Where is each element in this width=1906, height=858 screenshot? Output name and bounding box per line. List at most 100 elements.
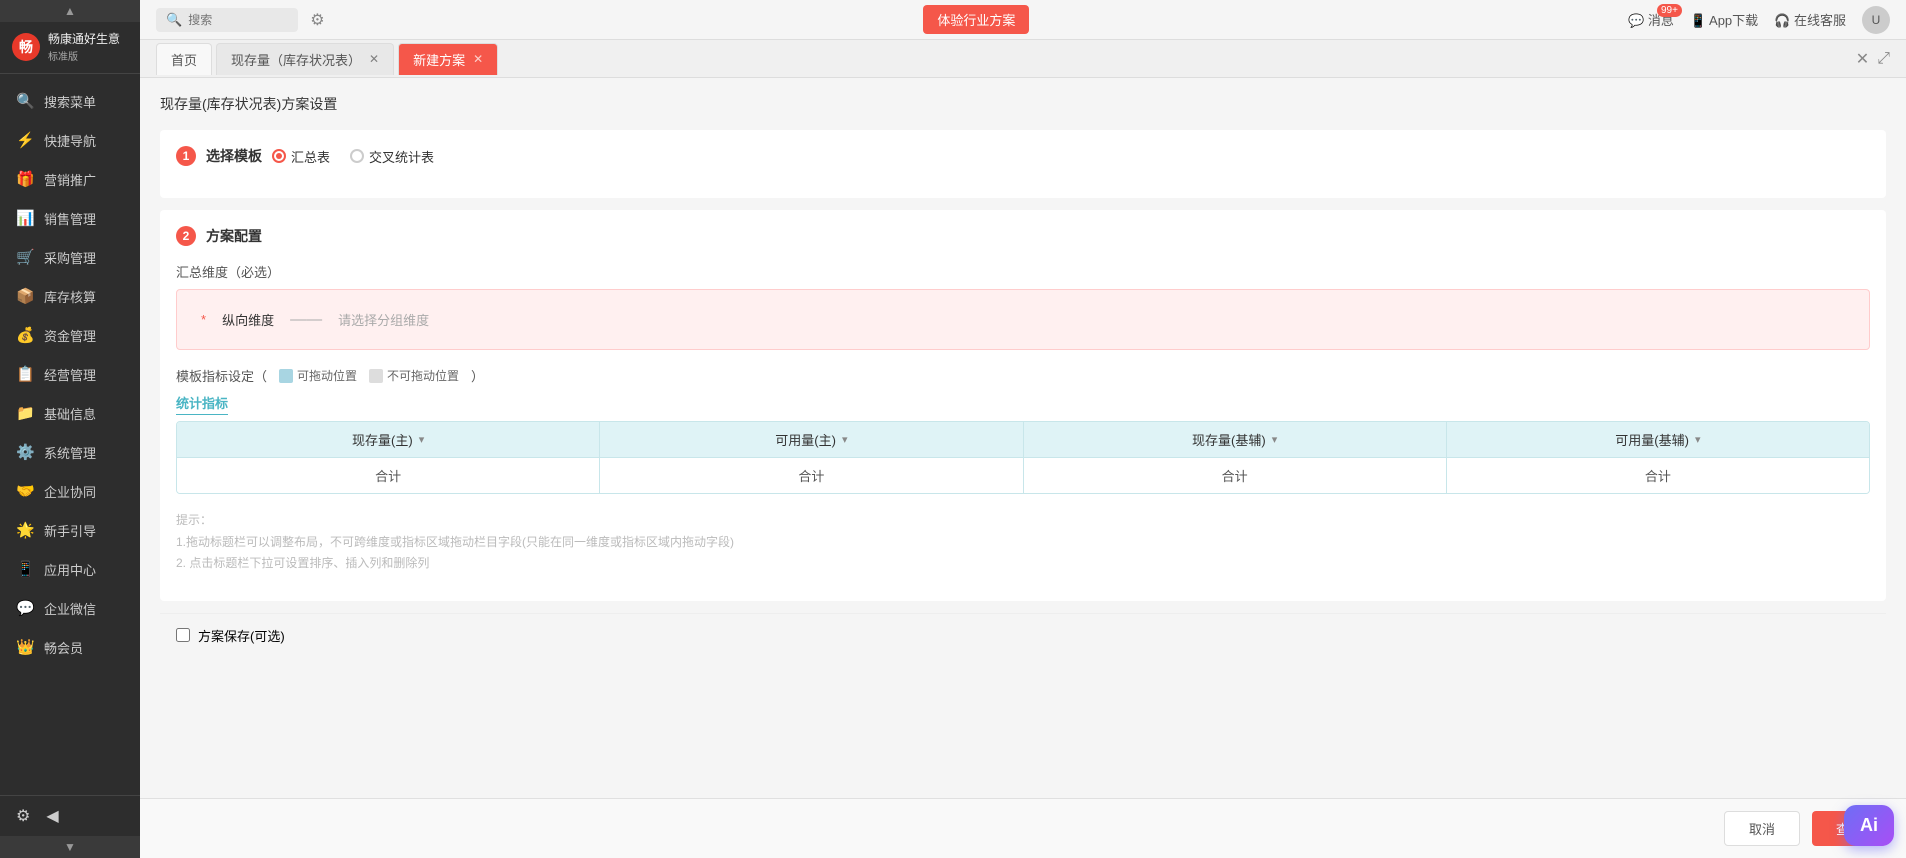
topbar: 🔍 ⚙ 体验行业方案 💬 消息 99+ 📱 App下载 🎧 在线客服 U: [140, 0, 1906, 40]
sidebar-icon-newguide: 🌟: [16, 521, 34, 539]
app-version: 标准版: [48, 48, 120, 63]
messages-btn[interactable]: 💬 消息 99+: [1628, 10, 1674, 29]
tab-new-plan[interactable]: 新建方案 ✕: [398, 43, 498, 75]
sidebar-label-sales: 销售管理: [44, 209, 96, 228]
sidebar-icon-purchase: 🛒: [16, 248, 34, 266]
tab-home[interactable]: 首页: [156, 43, 212, 75]
sidebar-item-newguide[interactable]: 🌟 新手引导: [0, 511, 140, 550]
col-chevron-available_aux: ▾: [1695, 433, 1701, 446]
sidebar-item-appcenter[interactable]: 📱应用中心: [0, 550, 140, 589]
phone-icon: 📱: [1690, 13, 1706, 28]
legend-not-draggable: 不可拖动位置: [369, 367, 459, 384]
step2-badge: 2: [176, 226, 196, 246]
headset-icon: 🎧: [1774, 13, 1790, 28]
radio-cross[interactable]: 交叉统计表: [350, 147, 434, 166]
sidebar-item-inventory[interactable]: 📦库存核算: [0, 277, 140, 316]
sidebar-icon-system: ⚙️: [16, 443, 34, 461]
sidebar-label-operation: 经营管理: [44, 365, 96, 384]
online-service-btn[interactable]: 🎧 在线客服: [1774, 10, 1846, 29]
vertical-dim-label: 纵向维度: [222, 310, 274, 329]
app-download-btn[interactable]: 📱 App下载: [1690, 10, 1758, 29]
sidebar-icon-inventory: 📦: [16, 287, 34, 305]
sidebar-icon-finance: 💰: [16, 326, 34, 344]
sidebar-label-system: 系统管理: [44, 443, 96, 462]
sidebar-item-sales[interactable]: 📊 销售管理: [0, 199, 140, 238]
draggable-box: [279, 369, 293, 383]
user-avatar[interactable]: U: [1862, 6, 1890, 34]
radio-cross-dot: [350, 149, 364, 163]
app-logo-icon: 畅: [12, 33, 40, 61]
stats-cell-available_aux: 合计: [1447, 458, 1869, 493]
sidebar-item-system[interactable]: ⚙️ 系统管理: [0, 433, 140, 472]
required-marker: *: [201, 312, 206, 327]
radio-summary-dot: [272, 149, 286, 163]
vertical-dim-row[interactable]: * 纵向维度 —— 请选择分组维度: [176, 289, 1870, 350]
sidebar-icon-sales: 📊: [16, 209, 34, 227]
search-box[interactable]: 🔍: [156, 8, 298, 32]
sidebar-label-quicknav: 快捷导航: [44, 131, 96, 150]
tab-inventory-status[interactable]: 现存量（库存状况表） ✕: [216, 43, 394, 75]
sidebar-label-purchase: 采购管理: [44, 248, 96, 267]
message-icon: 💬: [1628, 13, 1644, 28]
step1-title: 选择模板: [206, 146, 262, 166]
sidebar-icon-member: 👑: [16, 638, 34, 656]
collapse-icon[interactable]: ◀: [46, 806, 58, 826]
save-checkbox[interactable]: [176, 628, 190, 642]
settings-icon[interactable]: ⚙: [16, 806, 30, 826]
cancel-button[interactable]: 取消: [1724, 811, 1800, 846]
sidebar-icon-wechat: 💬: [16, 599, 34, 617]
sidebar-item-search[interactable]: 🔍 搜索菜单: [0, 82, 140, 121]
gear-icon[interactable]: ⚙: [310, 10, 324, 30]
ai-float-btn[interactable]: Ai: [1844, 805, 1894, 846]
sidebar-item-basic[interactable]: 📁基础信息: [0, 394, 140, 433]
tips-section: 提示： 1.拖动标题栏可以调整布局，不可跨维度或指标区域拖动栏目字段(只能在同一…: [176, 510, 1870, 575]
sidebar-item-marketing[interactable]: 🎁营销推广: [0, 160, 140, 199]
sidebar-item-finance[interactable]: 💰 资金管理: [0, 316, 140, 355]
scroll-up-btn[interactable]: ▲: [0, 0, 140, 22]
sidebar-item-purchase[interactable]: 🛒 采购管理: [0, 238, 140, 277]
stats-col-available_main[interactable]: 可用量(主)▾: [600, 422, 1023, 457]
close-panel-icon[interactable]: ✕: [1856, 49, 1869, 69]
tab-new-plan-close-icon[interactable]: ✕: [473, 52, 483, 66]
search-input[interactable]: [188, 13, 288, 27]
expand-panel-icon[interactable]: ⤢: [1877, 50, 1890, 68]
inventory-status-label: 现存量（库存状况表）: [231, 50, 361, 69]
sidebar-item-quicknav[interactable]: ⚡ 快捷导航: [0, 121, 140, 160]
draggable-label: 可拖动位置: [297, 367, 357, 384]
stats-section: 统计指标 现存量(主)▾可用量(主)▾现存量(基辅)▾可用量(基辅)▾ 合计合计…: [176, 393, 1870, 494]
footer-bar: 取消 查询: [140, 798, 1906, 858]
sidebar-item-member[interactable]: 👑畅会员: [0, 628, 140, 667]
sidebar-item-enterprise[interactable]: 🤝企业协同: [0, 472, 140, 511]
sidebar-label-newguide: 新手引导: [44, 521, 96, 540]
sidebar-icon-search: 🔍: [16, 92, 34, 110]
step1-header: 1 选择模板 汇总表 交叉统计表: [176, 146, 1870, 166]
radio-summary-label: 汇总表: [291, 147, 330, 166]
tab-right-btns: ✕ ⤢: [1856, 49, 1890, 69]
stats-col-current_aux[interactable]: 现存量(基辅) ▾: [1024, 422, 1447, 457]
summary-dim-label: 汇总维度（必选）: [176, 262, 1870, 281]
not-draggable-box: [369, 369, 383, 383]
sidebar-item-operation[interactable]: 📋经营管理: [0, 355, 140, 394]
radio-summary[interactable]: 汇总表: [272, 147, 330, 166]
col-chevron-available_main: ▾: [842, 433, 848, 446]
col-chevron-current_aux: ▾: [1272, 433, 1278, 446]
stats-col-current_main[interactable]: 现存量(主)▾: [177, 422, 600, 457]
stats-title: 统计指标: [176, 393, 228, 415]
sidebar-item-wechat[interactable]: 💬企业微信: [0, 589, 140, 628]
scroll-down-btn[interactable]: ▼: [0, 836, 140, 858]
sidebar-label-finance: 资金管理: [44, 326, 96, 345]
tabbar: 首页 现存量（库存状况表） ✕ 新建方案 ✕ ✕ ⤢: [140, 40, 1906, 78]
sidebar-icon-appcenter: 📱: [16, 560, 34, 578]
sidebar-icon-enterprise: 🤝: [16, 482, 34, 500]
main-area: 🔍 ⚙ 体验行业方案 💬 消息 99+ 📱 App下载 🎧 在线客服 U 首页: [140, 0, 1906, 858]
radio-cross-label: 交叉统计表: [369, 147, 434, 166]
col-label-current_aux: 现存量(基辅): [1192, 430, 1266, 449]
trial-btn[interactable]: 体验行业方案: [923, 5, 1029, 34]
sidebar-label-search: 搜索菜单: [44, 92, 96, 111]
sidebar-icon-quicknav: ⚡: [16, 131, 34, 149]
stats-table-header: 现存量(主)▾可用量(主)▾现存量(基辅)▾可用量(基辅)▾: [177, 422, 1869, 457]
stats-col-available_aux[interactable]: 可用量(基辅)▾: [1447, 422, 1869, 457]
not-draggable-label: 不可拖动位置: [387, 367, 459, 384]
tab-inventory-close-icon[interactable]: ✕: [369, 52, 379, 66]
step1-section: 1 选择模板 汇总表 交叉统计表: [160, 130, 1886, 198]
